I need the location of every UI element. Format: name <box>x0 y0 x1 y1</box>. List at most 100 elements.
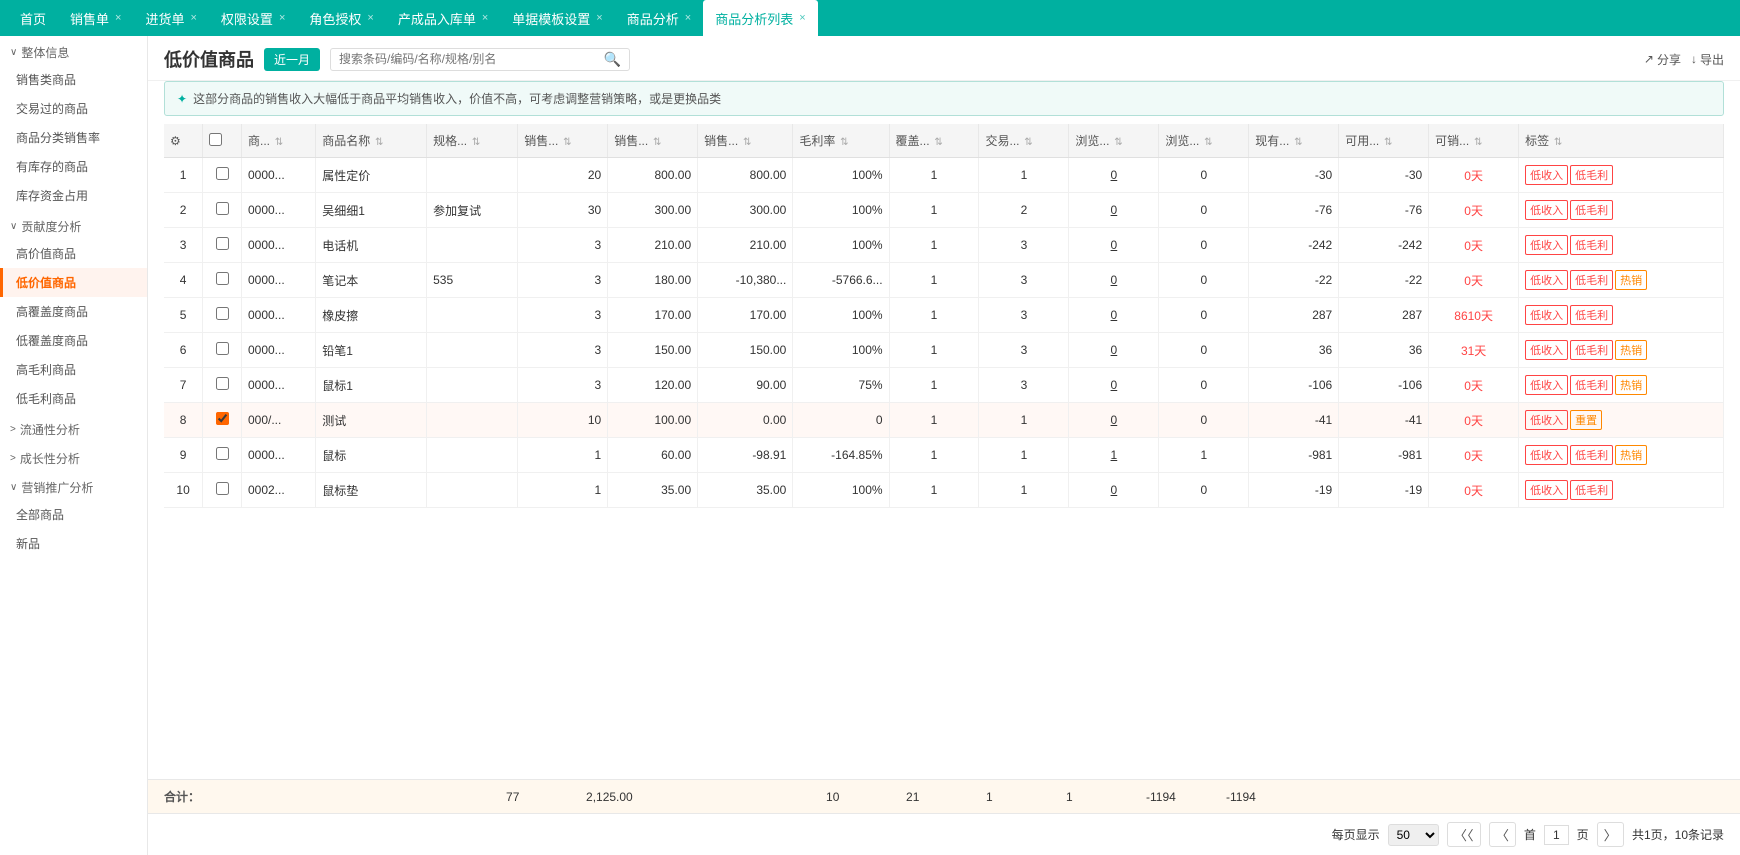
cell-tags: 低收入低毛利 <box>1519 193 1724 228</box>
row-checkbox[interactable] <box>216 237 229 250</box>
nav-item-权限设置[interactable]: 权限设置× <box>209 0 297 36</box>
row-checkbox[interactable] <box>216 167 229 180</box>
col-header-sales_gross[interactable]: 销售... ⇅ <box>698 124 793 158</box>
col-header-coverage[interactable]: 覆盖... ⇅ <box>889 124 979 158</box>
cell-name: 笔记本 <box>316 263 427 298</box>
sidebar-item-有库存的商品[interactable]: 有库存的商品 <box>0 152 147 181</box>
sidebar-item-高覆盖度商品[interactable]: 高覆盖度商品 <box>0 297 147 326</box>
cell-sales_gross: 35.00 <box>698 473 793 508</box>
row-checkbox[interactable] <box>216 202 229 215</box>
page-size-select[interactable]: 50 100 <box>1388 824 1439 846</box>
close-icon[interactable]: × <box>685 12 691 24</box>
sidebar-item-库存资金占用[interactable]: 库存资金占用 <box>0 181 147 210</box>
settings-icon[interactable]: ⚙ <box>170 134 181 148</box>
col-header-tags[interactable]: 标签 ⇅ <box>1519 124 1724 158</box>
nav-item-进货单[interactable]: 进货单× <box>133 0 208 36</box>
col-header-spec[interactable]: 规格... ⇅ <box>427 124 518 158</box>
search-input[interactable] <box>339 52 600 66</box>
cell-sales_qty: 20 <box>518 158 608 193</box>
next-page-button[interactable]: 〉 <box>1597 822 1624 847</box>
close-icon[interactable]: × <box>367 12 373 24</box>
col-header-transaction[interactable]: 交易... ⇅ <box>979 124 1069 158</box>
col-header-gross_margin[interactable]: 毛利率 ⇅ <box>793 124 889 158</box>
total-info: 共1页，10条记录 <box>1632 826 1724 843</box>
row-checkbox[interactable] <box>216 447 229 460</box>
sidebar-item-高毛利商品[interactable]: 高毛利商品 <box>0 355 147 384</box>
table-container[interactable]: ⚙商... ⇅商品名称 ⇅规格... ⇅销售... ⇅销售... ⇅销售... … <box>164 124 1724 779</box>
row-checkbox[interactable] <box>216 272 229 285</box>
cell-transaction: 1 <box>979 158 1069 193</box>
cell-transaction: 1 <box>979 473 1069 508</box>
sidebar-item-低覆盖度商品[interactable]: 低覆盖度商品 <box>0 326 147 355</box>
row-checkbox[interactable] <box>216 377 229 390</box>
sidebar-item-交易过的商品[interactable]: 交易过的商品 <box>0 94 147 123</box>
nav-item-商品分析[interactable]: 商品分析× <box>615 0 703 36</box>
sidebar-item-低价值商品[interactable]: 低价值商品 <box>0 268 147 297</box>
col-header-code[interactable]: 商... ⇅ <box>241 124 315 158</box>
sidebar-item-高价值商品[interactable]: 高价值商品 <box>0 239 147 268</box>
search-icon[interactable]: 🔍 <box>604 51 621 68</box>
cell-sales_qty: 3 <box>518 298 608 333</box>
footer-value: 10 <box>820 790 900 804</box>
nav-item-首页[interactable]: 首页 <box>8 0 58 36</box>
close-icon[interactable]: × <box>596 12 602 24</box>
table-row: 30000...电话机3210.00210.00100%1300-242-242… <box>164 228 1724 263</box>
nav-item-角色授权[interactable]: 角色授权× <box>297 0 385 36</box>
time-filter-button[interactable]: 近一月 <box>264 48 320 71</box>
close-icon[interactable]: × <box>115 12 121 24</box>
row-checkbox[interactable] <box>216 482 229 495</box>
cell-transaction: 3 <box>979 298 1069 333</box>
cell-checkbox <box>203 333 242 368</box>
tag-badge: 重置 <box>1570 410 1602 430</box>
cell-available: -22 <box>1339 263 1429 298</box>
select-all-checkbox[interactable] <box>209 133 222 146</box>
row-checkbox[interactable] <box>216 307 229 320</box>
col-header-browse1[interactable]: 浏览... ⇅ <box>1069 124 1159 158</box>
sidebar-section-营销推广分析[interactable]: ∨ 营销推广分析 <box>0 471 147 500</box>
sidebar-item-商品分类销售率[interactable]: 商品分类销售率 <box>0 123 147 152</box>
close-icon[interactable]: × <box>279 12 285 24</box>
cell-name: 鼠标垫 <box>316 473 427 508</box>
nav-item-销售单[interactable]: 销售单× <box>58 0 133 36</box>
sidebar-section-成长性分析[interactable]: > 成长性分析 <box>0 442 147 471</box>
tag-badge: 低毛利 <box>1570 270 1613 290</box>
sidebar-section-贡献度分析[interactable]: ∨ 贡献度分析 <box>0 210 147 239</box>
nav-item-商品分析列表[interactable]: 商品分析列表× <box>703 0 817 36</box>
col-header-sales_qty[interactable]: 销售... ⇅ <box>518 124 608 158</box>
col-header-name[interactable]: 商品名称 ⇅ <box>316 124 427 158</box>
sidebar-section-流通性分析[interactable]: > 流通性分析 <box>0 413 147 442</box>
sidebar-item-全部商品[interactable]: 全部商品 <box>0 500 147 529</box>
cell-spec <box>427 228 518 263</box>
cell-available: -76 <box>1339 193 1429 228</box>
cell-code: 0000... <box>241 228 315 263</box>
info-icon: ✦ <box>177 92 187 106</box>
nav-item-产成品入库单[interactable]: 产成品入库单× <box>386 0 500 36</box>
nav-item-单据模板设置[interactable]: 单据模板设置× <box>500 0 614 36</box>
sidebar-item-销售类商品[interactable]: 销售类商品 <box>0 65 147 94</box>
sidebar-section-整体信息[interactable]: ∨ 整体信息 <box>0 36 147 65</box>
close-icon[interactable]: × <box>190 12 196 24</box>
footer-values: 772,125.00102111-1194-1194 <box>220 790 1724 804</box>
col-header-browse2[interactable]: 浏览... ⇅ <box>1159 124 1249 158</box>
row-checkbox[interactable] <box>216 342 229 355</box>
close-icon[interactable]: × <box>482 12 488 24</box>
table-footer: 合计： 772,125.00102111-1194-1194 <box>148 779 1740 813</box>
cell-tags: 低收入低毛利热销 <box>1519 333 1724 368</box>
sidebar-item-新品[interactable]: 新品 <box>0 529 147 558</box>
close-icon[interactable]: × <box>799 12 805 24</box>
tag-badge: 低收入 <box>1525 480 1568 500</box>
row-checkbox[interactable] <box>216 412 229 425</box>
first-page-button[interactable]: 〈〈 <box>1447 822 1481 847</box>
col-header-sales_amount[interactable]: 销售... ⇅ <box>608 124 698 158</box>
col-header-available[interactable]: 可用... ⇅ <box>1339 124 1429 158</box>
col-header-current_stock[interactable]: 现有... ⇅ <box>1249 124 1339 158</box>
cell-current_stock: -22 <box>1249 263 1339 298</box>
tag-badge: 低收入 <box>1525 200 1568 220</box>
sidebar-item-低毛利商品[interactable]: 低毛利商品 <box>0 384 147 413</box>
share-button[interactable]: ↗ 分享 <box>1644 51 1681 68</box>
footer-value <box>740 790 820 804</box>
export-button[interactable]: ↓ 导出 <box>1691 51 1724 68</box>
prev-page-button[interactable]: 〈 <box>1489 822 1516 847</box>
col-header-sellable[interactable]: 可销... ⇅ <box>1429 124 1519 158</box>
cell-name: 电话机 <box>316 228 427 263</box>
